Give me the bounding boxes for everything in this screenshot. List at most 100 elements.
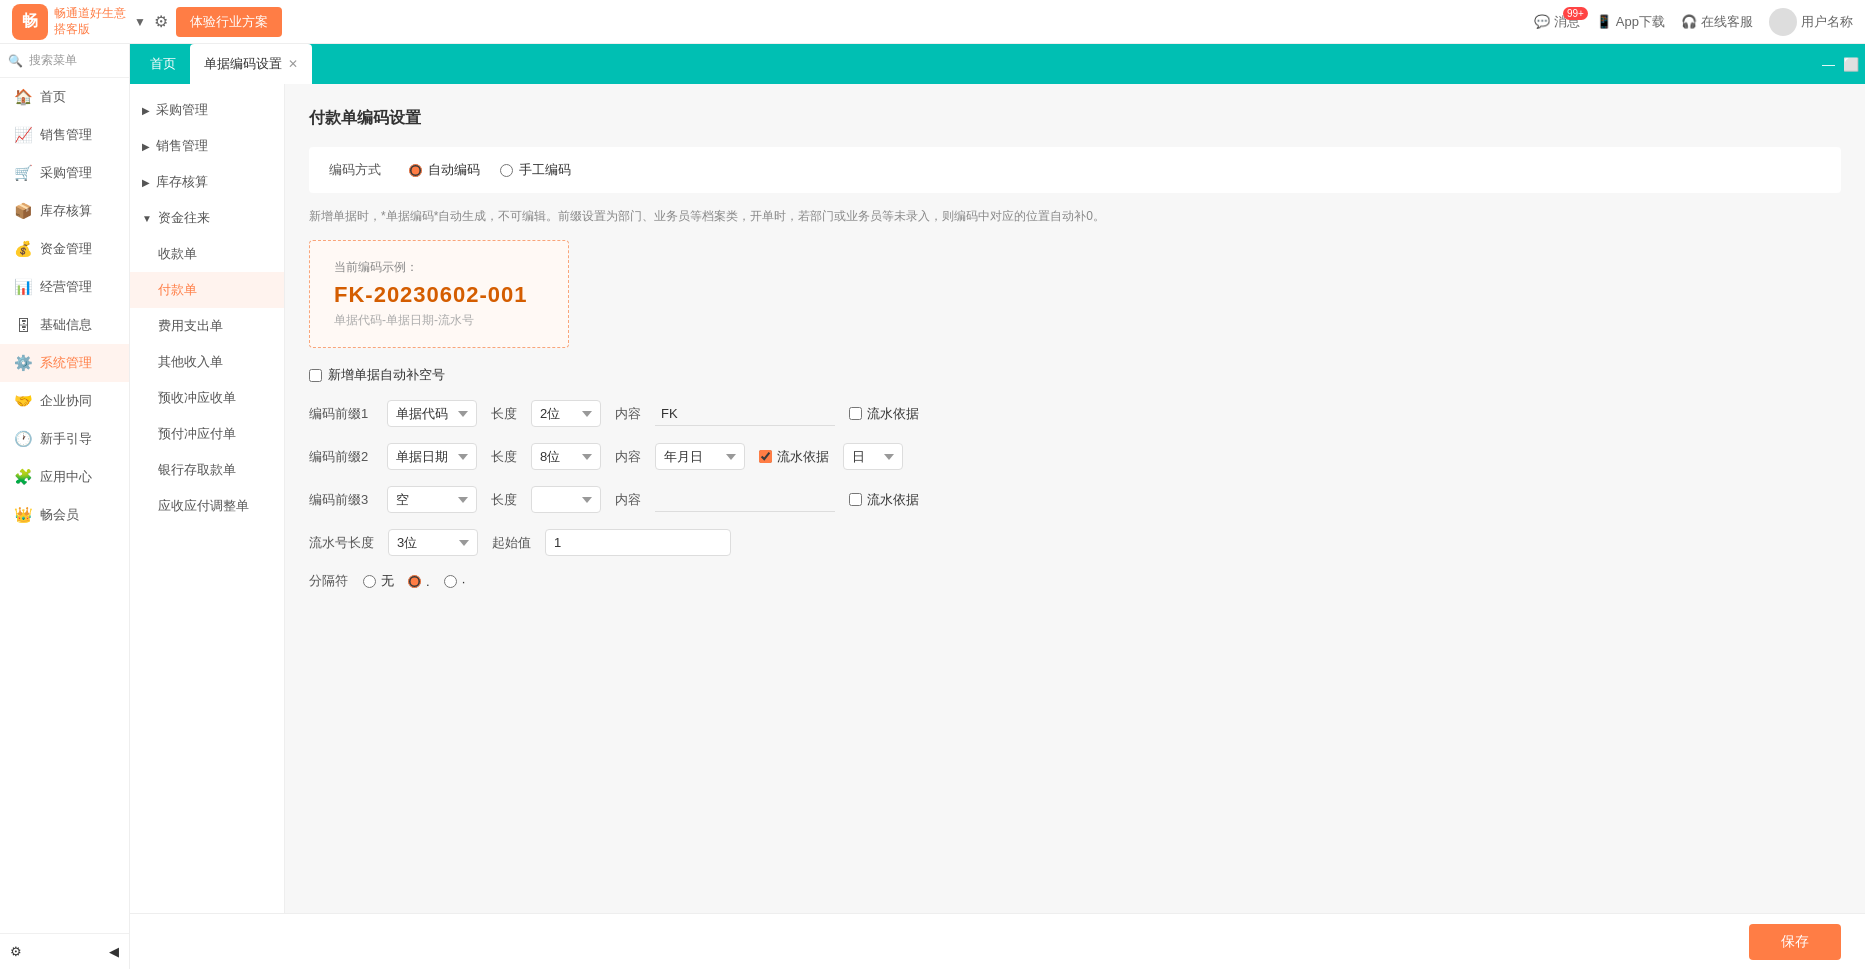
prefix1-select[interactable]: 单据代码 业务员 部门 空 <box>387 400 477 427</box>
settings-bottom-icon[interactable]: ⚙ <box>10 944 22 959</box>
top-bar: 畅 畅通道好生意 搭客版 ▼ ⚙ 体验行业方案 💬 消息 99+ 📱 App下载… <box>0 0 1865 44</box>
sidebar-item-member[interactable]: 👑 畅会员 <box>0 496 129 534</box>
prefix2-stream-checkbox[interactable]: 流水依据 <box>759 448 829 466</box>
subnav-child-other-income[interactable]: 其他收入单 <box>130 344 284 380</box>
prefix1-content-input[interactable] <box>655 402 835 426</box>
sidebar-item-guide[interactable]: 🕐 新手引导 <box>0 420 129 458</box>
settings-icon[interactable]: ⚙ <box>154 12 168 31</box>
prefix2-content-select[interactable]: 年月日 年月 年 <box>655 443 745 470</box>
prefix3-length-label: 长度 <box>491 491 517 509</box>
enterprise-icon: 🤝 <box>14 392 32 410</box>
sidebar-item-inventory[interactable]: 📦 库存核算 <box>0 192 129 230</box>
prefix2-select[interactable]: 单据日期 单据代码 业务员 空 <box>387 443 477 470</box>
page-title: 付款单编码设置 <box>309 108 1841 129</box>
member-icon: 👑 <box>14 506 32 524</box>
prefix2-stream-unit-select[interactable]: 日 月 年 <box>843 443 903 470</box>
subnav-child-pre-pay[interactable]: 预付冲应付单 <box>130 416 284 452</box>
online-service-button[interactable]: 🎧 在线客服 <box>1681 13 1753 31</box>
arrow-icon: ▶ <box>142 105 150 116</box>
prefix2-length-label: 长度 <box>491 448 517 466</box>
prefix1-label: 编码前缀1 <box>309 405 373 423</box>
prefix3-length-select[interactable]: 2位 4位 <box>531 486 601 513</box>
subnav-child-bank[interactable]: 银行存取款单 <box>130 452 284 488</box>
sidebar-item-operations[interactable]: 📊 经营管理 <box>0 268 129 306</box>
app-download-button[interactable]: 📱 App下载 <box>1596 13 1665 31</box>
prefix1-content-label: 内容 <box>615 405 641 423</box>
sidebar-bottom: ⚙ ◀ <box>0 933 129 969</box>
tab-close-icon[interactable]: ✕ <box>288 57 298 71</box>
prefix3-row: 编码前缀3 空 单据代码 业务员 长度 2位 4位 内容 <box>309 486 1841 513</box>
serial-start-input[interactable] <box>545 529 731 556</box>
code-example-value: FK-20230602-001 <box>334 282 544 308</box>
main-layout: 🔍 搜索菜单 🏠 首页 📈 销售管理 🛒 采购管理 📦 库存核算 💰 资金管理 … <box>0 44 1865 969</box>
separator-none-option[interactable]: 无 <box>363 572 394 590</box>
prefix2-content-label: 内容 <box>615 448 641 466</box>
user-area[interactable]: 用户名称 <box>1769 8 1853 36</box>
arrow-expand-icon: ▼ <box>142 213 152 224</box>
subnav-child-receipt[interactable]: 收款单 <box>130 236 284 272</box>
app-icon: 📱 <box>1596 14 1612 29</box>
tab-bar: 首页 单据编码设置 ✕ — ⬜ <box>130 44 1865 84</box>
subnav-group-purchase: ▶ 采购管理 <box>130 92 284 128</box>
subnav-group-sales: ▶ 销售管理 <box>130 128 284 164</box>
separator-dash-option[interactable]: · <box>444 574 466 589</box>
subnav-parent-sales[interactable]: ▶ 销售管理 <box>130 128 284 164</box>
logo-text: 畅通道好生意 搭客版 <box>54 6 126 37</box>
auto-fill-row[interactable]: 新增单据自动补空号 <box>309 366 1841 384</box>
sidebar-item-basic-info[interactable]: 🗄 基础信息 <box>0 306 129 344</box>
code-example-sub: 单据代码-单据日期-流水号 <box>334 312 544 329</box>
serial-length-label: 流水号长度 <box>309 534 374 552</box>
prefix1-length-select[interactable]: 2位 4位 6位 <box>531 400 601 427</box>
sidebar-item-enterprise[interactable]: 🤝 企业协同 <box>0 382 129 420</box>
collapse-icon[interactable]: ◀ <box>109 944 119 959</box>
user-avatar <box>1769 8 1797 36</box>
save-button[interactable]: 保存 <box>1749 924 1841 960</box>
sidebar-item-system[interactable]: ⚙️ 系统管理 <box>0 344 129 382</box>
subnav-parent-inventory[interactable]: ▶ 库存核算 <box>130 164 284 200</box>
subnav-group-capital: ▼ 资金往来 收款单 付款单 费用支出单 其他收入单 <box>130 200 284 524</box>
encoding-method-group: 编码方式 自动编码 手工编码 <box>329 161 1821 179</box>
finance-icon: 💰 <box>14 240 32 258</box>
message-button[interactable]: 💬 消息 99+ <box>1534 13 1580 31</box>
prefix3-stream-checkbox[interactable]: 流水依据 <box>849 491 919 509</box>
purchase-icon: 🛒 <box>14 164 32 182</box>
tab-minimize-icon[interactable]: — <box>1822 57 1835 72</box>
sub-nav: ▶ 采购管理 ▶ 销售管理 ▶ 库存核算 <box>130 84 285 969</box>
tab-encoding-settings[interactable]: 单据编码设置 ✕ <box>190 44 312 84</box>
tab-bar-right: — ⬜ <box>1822 57 1859 72</box>
trial-button[interactable]: 体验行业方案 <box>176 7 282 37</box>
sidebar-item-finance[interactable]: 💰 资金管理 <box>0 230 129 268</box>
subnav-group-inventory: ▶ 库存核算 <box>130 164 284 200</box>
subnav-child-expense[interactable]: 费用支出单 <box>130 308 284 344</box>
prefix3-select[interactable]: 空 单据代码 业务员 <box>387 486 477 513</box>
auto-code-option[interactable]: 自动编码 <box>409 161 480 179</box>
subnav-child-adjustment[interactable]: 应收应付调整单 <box>130 488 284 524</box>
sidebar-item-home[interactable]: 🏠 首页 <box>0 78 129 116</box>
code-example-box: 当前编码示例： FK-20230602-001 单据代码-单据日期-流水号 <box>309 240 569 348</box>
prefix1-stream-checkbox[interactable]: 流水依据 <box>849 405 919 423</box>
prefix3-content-input[interactable] <box>655 488 835 512</box>
tab-home[interactable]: 首页 <box>136 44 190 84</box>
subnav-child-payment[interactable]: 付款单 <box>130 272 284 308</box>
subnav-parent-purchase[interactable]: ▶ 采购管理 <box>130 92 284 128</box>
manual-code-option[interactable]: 手工编码 <box>500 161 571 179</box>
sidebar-search[interactable]: 🔍 搜索菜单 <box>0 44 129 78</box>
message-badge: 99+ <box>1563 7 1588 20</box>
sidebar-item-sales[interactable]: 📈 销售管理 <box>0 116 129 154</box>
tab-maximize-icon[interactable]: ⬜ <box>1843 57 1859 72</box>
separator-label: 分隔符 <box>309 572 349 590</box>
separator-dot-option[interactable]: . <box>408 574 430 589</box>
info-text: 新增单据时，*单据编码*自动生成，不可编辑。前缀设置为部门、业务员等档案类，开单… <box>309 207 1841 226</box>
subnav-parent-capital[interactable]: ▼ 资金往来 <box>130 200 284 236</box>
sidebar-item-app-center[interactable]: 🧩 应用中心 <box>0 458 129 496</box>
sidebar-item-purchase[interactable]: 🛒 采购管理 <box>0 154 129 192</box>
subnav-child-pre-receive[interactable]: 预收冲应收单 <box>130 380 284 416</box>
basic-info-icon: 🗄 <box>14 317 32 334</box>
serial-length-select[interactable]: 3位 4位 5位 6位 <box>388 529 478 556</box>
nav-dropdown[interactable]: ▼ <box>134 15 146 29</box>
operations-icon: 📊 <box>14 278 32 296</box>
top-bar-right: 💬 消息 99+ 📱 App下载 🎧 在线客服 用户名称 <box>1534 8 1853 36</box>
service-icon: 🎧 <box>1681 14 1697 29</box>
auto-fill-checkbox[interactable] <box>309 369 322 382</box>
prefix2-length-select[interactable]: 8位 4位 6位 <box>531 443 601 470</box>
